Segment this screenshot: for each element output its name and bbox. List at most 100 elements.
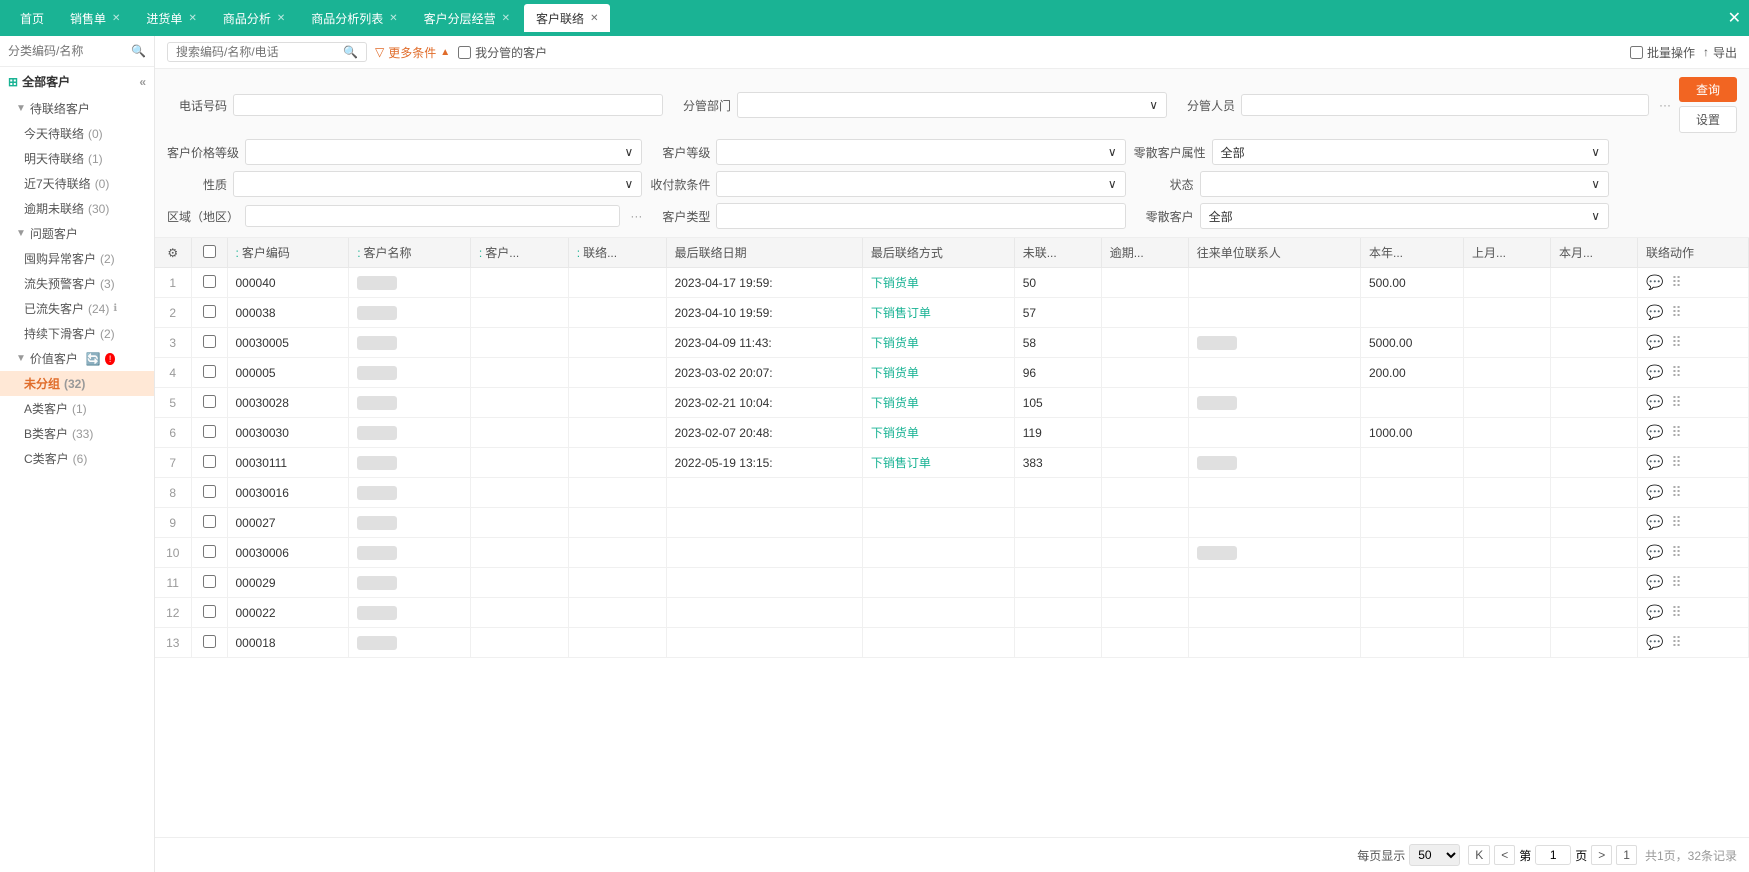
tab-analysis[interactable]: 商品分析 ✕ <box>211 4 297 32</box>
filter-manager-input[interactable] <box>1241 94 1649 116</box>
my-customer-check[interactable]: 我分管的客户 <box>458 44 547 61</box>
action-more-icon[interactable]: ⠿ <box>1671 604 1681 621</box>
sidebar-search-icon[interactable]: 🔍 <box>131 44 146 58</box>
reset-btn[interactable]: 设置 <box>1679 106 1737 133</box>
sidebar-item-today-pending[interactable]: 今天待联络 (0) <box>0 121 154 146</box>
action-chat-icon[interactable]: 💬 <box>1646 484 1663 501</box>
row-checkbox[interactable] <box>191 388 227 418</box>
row-checkbox[interactable] <box>191 568 227 598</box>
all-customers-header[interactable]: ⊞ 全部客户 « <box>0 67 154 96</box>
row-select-checkbox[interactable] <box>203 395 216 408</box>
next-page-btn[interactable]: > <box>1591 845 1612 865</box>
select-all-checkbox[interactable] <box>203 245 216 258</box>
filter-retail-customer-select[interactable]: 全部 ∨ <box>1200 203 1609 229</box>
tab-sales[interactable]: 销售单 ✕ <box>58 4 132 32</box>
sidebar-group-pending[interactable]: ▼ 待联络客户 <box>0 96 154 121</box>
filter-customer-level-select[interactable]: ∨ <box>716 139 1125 165</box>
action-chat-icon[interactable]: 💬 <box>1646 364 1663 381</box>
row-select-checkbox[interactable] <box>203 455 216 468</box>
sidebar-item-class-c[interactable]: C类客户 (6) <box>0 446 154 471</box>
action-chat-icon[interactable]: 💬 <box>1646 574 1663 591</box>
tab-home[interactable]: 首页 <box>8 4 56 32</box>
row-select-checkbox[interactable] <box>203 335 216 348</box>
row-checkbox[interactable] <box>191 478 227 508</box>
action-chat-icon[interactable]: 💬 <box>1646 274 1663 291</box>
row-checkbox[interactable] <box>191 538 227 568</box>
row-checkbox[interactable] <box>191 628 227 658</box>
action-chat-icon[interactable]: 💬 <box>1646 514 1663 531</box>
sidebar-item-class-a[interactable]: A类客户 (1) <box>0 396 154 421</box>
contact-method-link[interactable]: 下销货单 <box>871 366 919 380</box>
search-icon[interactable]: 🔍 <box>343 45 358 59</box>
row-select-checkbox[interactable] <box>203 365 216 378</box>
last-page-btn[interactable]: 1 <box>1616 845 1637 865</box>
contact-method-link[interactable]: 下销货单 <box>871 396 919 410</box>
tab-customer-seg-close[interactable]: ✕ <box>502 13 510 24</box>
row-select-checkbox[interactable] <box>203 545 216 558</box>
row-select-checkbox[interactable] <box>203 635 216 648</box>
action-chat-icon[interactable]: 💬 <box>1646 544 1663 561</box>
sidebar-item-7days-pending[interactable]: 近7天待联络 (0) <box>0 171 154 196</box>
tab-purchase[interactable]: 进货单 ✕ <box>134 4 208 32</box>
page-size-dropdown[interactable]: 50 20 100 <box>1409 844 1460 866</box>
filter-customer-type-select[interactable] <box>716 203 1125 229</box>
action-more-icon[interactable]: ⠿ <box>1671 424 1681 441</box>
action-more-icon[interactable]: ⠿ <box>1671 484 1681 501</box>
sidebar-item-churned[interactable]: 已流失客户 (24) ℹ <box>0 296 154 321</box>
export-btn[interactable]: ↑ 导出 <box>1703 44 1737 61</box>
row-select-checkbox[interactable] <box>203 515 216 528</box>
current-page-input[interactable] <box>1535 845 1571 865</box>
bulk-op-btn[interactable]: 批量操作 <box>1630 44 1695 61</box>
sidebar-search-input[interactable] <box>8 44 127 58</box>
tab-purchase-close[interactable]: ✕ <box>188 13 196 24</box>
action-chat-icon[interactable]: 💬 <box>1646 604 1663 621</box>
action-chat-icon[interactable]: 💬 <box>1646 394 1663 411</box>
prev-page-btn[interactable]: < <box>1494 845 1515 865</box>
filter-manager-dots[interactable]: ··· <box>1659 98 1671 112</box>
action-chat-icon[interactable]: 💬 <box>1646 454 1663 471</box>
row-select-checkbox[interactable] <box>203 485 216 498</box>
tab-customer-contact[interactable]: 客户联络 ✕ <box>524 4 610 32</box>
row-select-checkbox[interactable] <box>203 425 216 438</box>
action-more-icon[interactable]: ⠿ <box>1671 304 1681 321</box>
contact-method-link[interactable]: 下销售订单 <box>871 306 931 320</box>
row-checkbox[interactable] <box>191 598 227 628</box>
collapse-sidebar-btn[interactable]: « <box>139 75 146 89</box>
row-checkbox[interactable] <box>191 268 227 298</box>
action-more-icon[interactable]: ⠿ <box>1671 394 1681 411</box>
row-checkbox[interactable] <box>191 508 227 538</box>
row-checkbox[interactable] <box>191 418 227 448</box>
row-checkbox[interactable] <box>191 298 227 328</box>
sidebar-item-abnormal[interactable]: 囤购异常客户 (2) <box>0 246 154 271</box>
action-more-icon[interactable]: ⠿ <box>1671 634 1681 651</box>
tab-customer-seg[interactable]: 客户分层经营 ✕ <box>412 4 522 32</box>
more-filter-btn[interactable]: ▽ 更多条件 ▲ <box>375 44 450 61</box>
bulk-op-checkbox[interactable] <box>1630 46 1643 59</box>
filter-phone-input[interactable] <box>233 94 663 116</box>
filter-region-dots[interactable]: ··· <box>630 209 642 223</box>
filter-nature-select[interactable]: ∨ <box>233 171 642 197</box>
action-chat-icon[interactable]: 💬 <box>1646 304 1663 321</box>
action-more-icon[interactable]: ⠿ <box>1671 364 1681 381</box>
action-more-icon[interactable]: ⠿ <box>1671 544 1681 561</box>
filter-region-input[interactable] <box>245 205 620 227</box>
settings-col-header[interactable]: ⚙ <box>155 238 191 268</box>
sidebar-group-problem[interactable]: ▼ 问题客户 <box>0 221 154 246</box>
query-btn[interactable]: 查询 <box>1679 77 1737 102</box>
action-more-icon[interactable]: ⠿ <box>1671 514 1681 531</box>
action-more-icon[interactable]: ⠿ <box>1671 274 1681 291</box>
tab-analysis-list[interactable]: 商品分析列表 ✕ <box>299 4 409 32</box>
my-customer-checkbox[interactable] <box>458 46 471 59</box>
sidebar-item-declining[interactable]: 持续下滑客户 (2) <box>0 321 154 346</box>
action-more-icon[interactable]: ⠿ <box>1671 574 1681 591</box>
search-input[interactable] <box>176 45 339 59</box>
tab-analysis-close[interactable]: ✕ <box>277 13 285 24</box>
filter-payment-select[interactable]: ∨ <box>716 171 1125 197</box>
filter-dept-select[interactable]: ∨ <box>737 92 1167 118</box>
row-select-checkbox[interactable] <box>203 605 216 618</box>
sidebar-group-value[interactable]: ▼ 价值客户 🔄 ! <box>0 346 154 371</box>
sidebar-item-churn-warning[interactable]: 流失预警客户 (3) <box>0 271 154 296</box>
filter-retail-attr-select[interactable]: 全部 ∨ <box>1212 139 1609 165</box>
contact-method-link[interactable]: 下销货单 <box>871 336 919 350</box>
action-more-icon[interactable]: ⠿ <box>1671 454 1681 471</box>
